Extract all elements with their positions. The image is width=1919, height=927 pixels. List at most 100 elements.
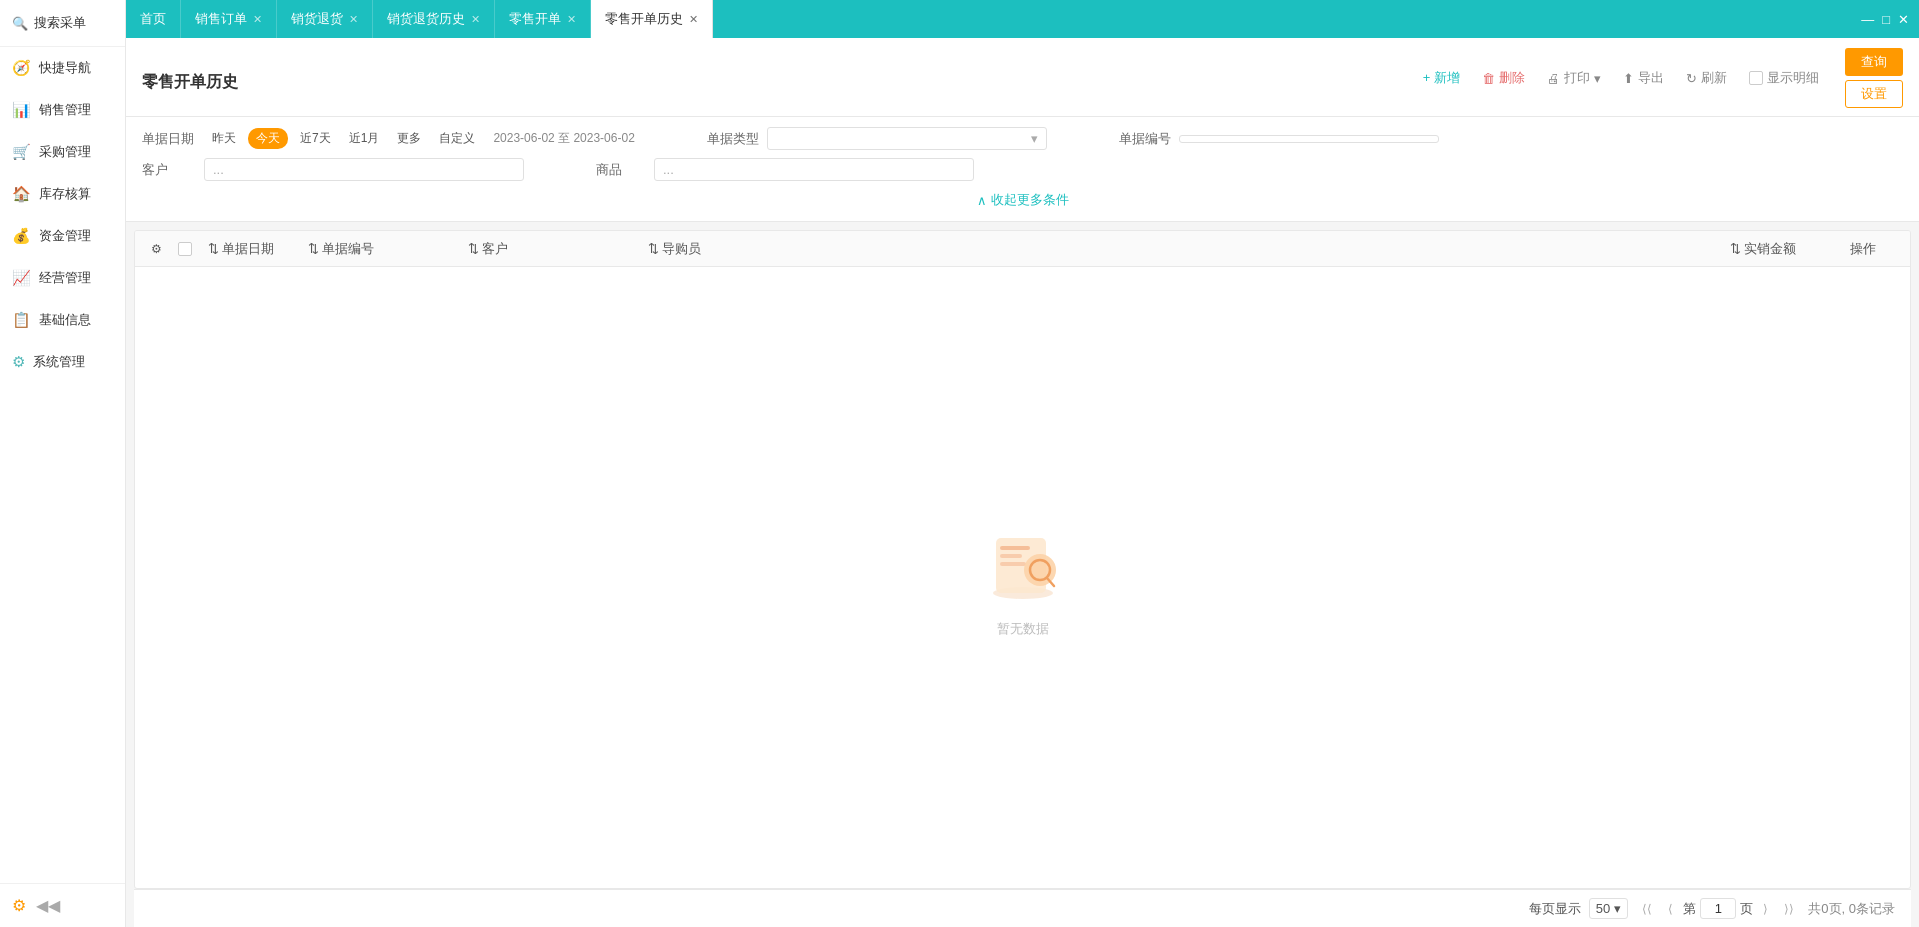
prev-page-button[interactable]: ⟨ [1662,900,1679,918]
sort-icon-date: ⇅ [208,241,219,256]
goods-input[interactable]: ... [654,158,974,181]
sort-icon-num: ⇅ [308,241,319,256]
page-header: 零售开单历史 + 新增 🗑 删除 🖨 打印 ▾ ⬆ 导出 ↻ [126,38,1919,117]
refresh-button[interactable]: ↻ 刷新 [1680,65,1733,91]
close-button[interactable]: ✕ [1898,12,1909,27]
tab-home[interactable]: 首页 [126,0,181,38]
tab-retail-history[interactable]: 零售开单历史 ✕ [591,0,713,38]
date-label: 单据日期 [142,130,194,148]
print-button[interactable]: 🖨 打印 ▾ [1541,65,1607,91]
th-amount[interactable]: ⇅ 实销金额 [1722,240,1842,258]
customer-input[interactable]: ... [204,158,524,181]
sidebar-item-purchase[interactable]: 🛒 采购管理 [0,131,125,173]
type-label: 单据类型 [707,130,759,148]
filter-row-2: 客户 ... 商品 ... [142,158,1903,181]
operation-icon: 📈 [12,269,31,287]
export-button[interactable]: ⬆ 导出 [1617,65,1670,91]
collapse-filter[interactable]: ∧ 收起更多条件 [142,189,1903,211]
page-number-input[interactable] [1700,898,1736,919]
date-range-display: 2023-06-02 至 2023-06-02 [493,130,634,147]
empty-illustration [978,518,1068,608]
sidebar-item-finance[interactable]: 💰 资金管理 [0,215,125,257]
sidebar-bottom: ⚙ ◀◀ [0,883,125,927]
sales-icon: 📊 [12,101,31,119]
per-page-value: 50 [1596,901,1610,916]
window-controls: — □ ✕ [1861,12,1919,27]
customer-placeholder: ... [213,162,224,177]
num-input[interactable] [1179,135,1439,143]
page-navigation: ⟨⟨ ⟨ 第 页 ⟩ ⟩⟩ [1636,898,1800,919]
per-page-select[interactable]: 50 ▾ [1589,898,1628,919]
sidebar-label-finance: 资金管理 [39,227,91,245]
tab-sales-return-history-label: 销货退货历史 [387,10,465,28]
sidebar-item-sales[interactable]: 📊 销售管理 [0,89,125,131]
finance-icon: 💰 [12,227,31,245]
sidebar-item-inventory[interactable]: 🏠 库存核算 [0,173,125,215]
sidebar-item-system[interactable]: ⚙ 系统管理 [0,341,125,383]
tab-home-label: 首页 [140,10,166,28]
query-setting-group: 查询 设置 [1845,48,1903,108]
th-num[interactable]: ⇅ 单据编号 [300,240,460,258]
sidebar-item-operation[interactable]: 📈 经营管理 [0,257,125,299]
sidebar-label-basic: 基础信息 [39,311,91,329]
date-7days[interactable]: 近7天 [294,128,337,149]
first-page-button[interactable]: ⟨⟨ [1636,900,1658,918]
gear-button[interactable]: ⚙ [12,896,26,915]
th-operation: 操作 [1842,240,1902,258]
add-button[interactable]: + 新增 [1417,65,1466,91]
checkbox-display [1749,71,1763,85]
close-tab-retail-order[interactable]: ✕ [567,13,576,26]
th-customer[interactable]: ⇅ 客户 [460,240,640,258]
tab-sales-order[interactable]: 销售订单 ✕ [181,0,277,38]
sidebar: 🔍 搜索采单 🧭 快捷导航 📊 销售管理 🛒 采购管理 🏠 库存核算 💰 资金管… [0,0,126,927]
th-guide[interactable]: ⇅ 导购员 [640,240,740,258]
print-icon: 🖨 [1547,71,1560,86]
th-date[interactable]: ⇅ 单据日期 [200,240,300,258]
sidebar-item-nav[interactable]: 🧭 快捷导航 [0,47,125,89]
tab-retail-order[interactable]: 零售开单 ✕ [495,0,591,38]
sidebar-label-inventory: 库存核算 [39,185,91,203]
close-tab-sales-return-history[interactable]: ✕ [471,13,480,26]
maximize-button[interactable]: □ [1882,12,1890,27]
header-checkbox [178,242,192,256]
tab-sales-return-label: 销货退货 [291,10,343,28]
page-total: 共0页, 0条记录 [1808,900,1895,918]
collapse-button[interactable]: ◀◀ [36,896,60,915]
query-button[interactable]: 查询 [1845,48,1903,76]
sort-icon-guide: ⇅ [648,241,659,256]
export-icon: ⬆ [1623,71,1634,86]
customer-label: 客户 [142,161,192,179]
close-tab-sales-return[interactable]: ✕ [349,13,358,26]
last-page-button[interactable]: ⟩⟩ [1778,900,1800,918]
main-area: 首页 销售订单 ✕ 销货退货 ✕ 销货退货历史 ✕ 零售开单 ✕ 零售开单历史 … [126,0,1919,927]
page-title: 零售开单历史 [142,72,238,93]
minimize-button[interactable]: — [1861,12,1874,27]
search-menu[interactable]: 🔍 搜索采单 [0,0,125,47]
date-yesterday[interactable]: 昨天 [206,128,242,149]
svg-rect-2 [1000,546,1030,550]
th-gear[interactable]: ⚙ [143,242,170,256]
nav-icon: 🧭 [12,59,31,77]
date-custom[interactable]: 自定义 [433,128,481,149]
delete-button[interactable]: 🗑 删除 [1476,65,1531,91]
toolbar: + 新增 🗑 删除 🖨 打印 ▾ ⬆ 导出 ↻ 刷新 [1417,48,1903,116]
th-checkbox[interactable] [170,242,200,256]
next-page-button[interactable]: ⟩ [1757,900,1774,918]
tab-sales-return[interactable]: 销货退货 ✕ [277,0,373,38]
type-select-arrow: ▾ [1031,131,1038,146]
sidebar-label-purchase: 采购管理 [39,143,91,161]
tab-sales-return-history[interactable]: 销货退货历史 ✕ [373,0,495,38]
display-detail-button[interactable]: 显示明细 [1743,65,1825,91]
date-filter: 昨天 今天 近7天 近1月 更多 自定义 [206,128,481,149]
type-select[interactable]: ▾ [767,127,1047,150]
close-tab-sales-order[interactable]: ✕ [253,13,262,26]
setting-button[interactable]: 设置 [1845,80,1903,108]
date-1month[interactable]: 近1月 [343,128,386,149]
close-tab-retail-history[interactable]: ✕ [689,13,698,26]
pagination: 每页显示 50 ▾ ⟨⟨ ⟨ 第 页 ⟩ ⟩⟩ 共0页, 0条记录 [134,889,1911,927]
date-more[interactable]: 更多 [391,128,427,149]
sidebar-item-basic[interactable]: 📋 基础信息 [0,299,125,341]
date-today[interactable]: 今天 [248,128,288,149]
sidebar-label-system: 系统管理 [33,353,85,371]
page-label: 第 [1683,900,1696,918]
